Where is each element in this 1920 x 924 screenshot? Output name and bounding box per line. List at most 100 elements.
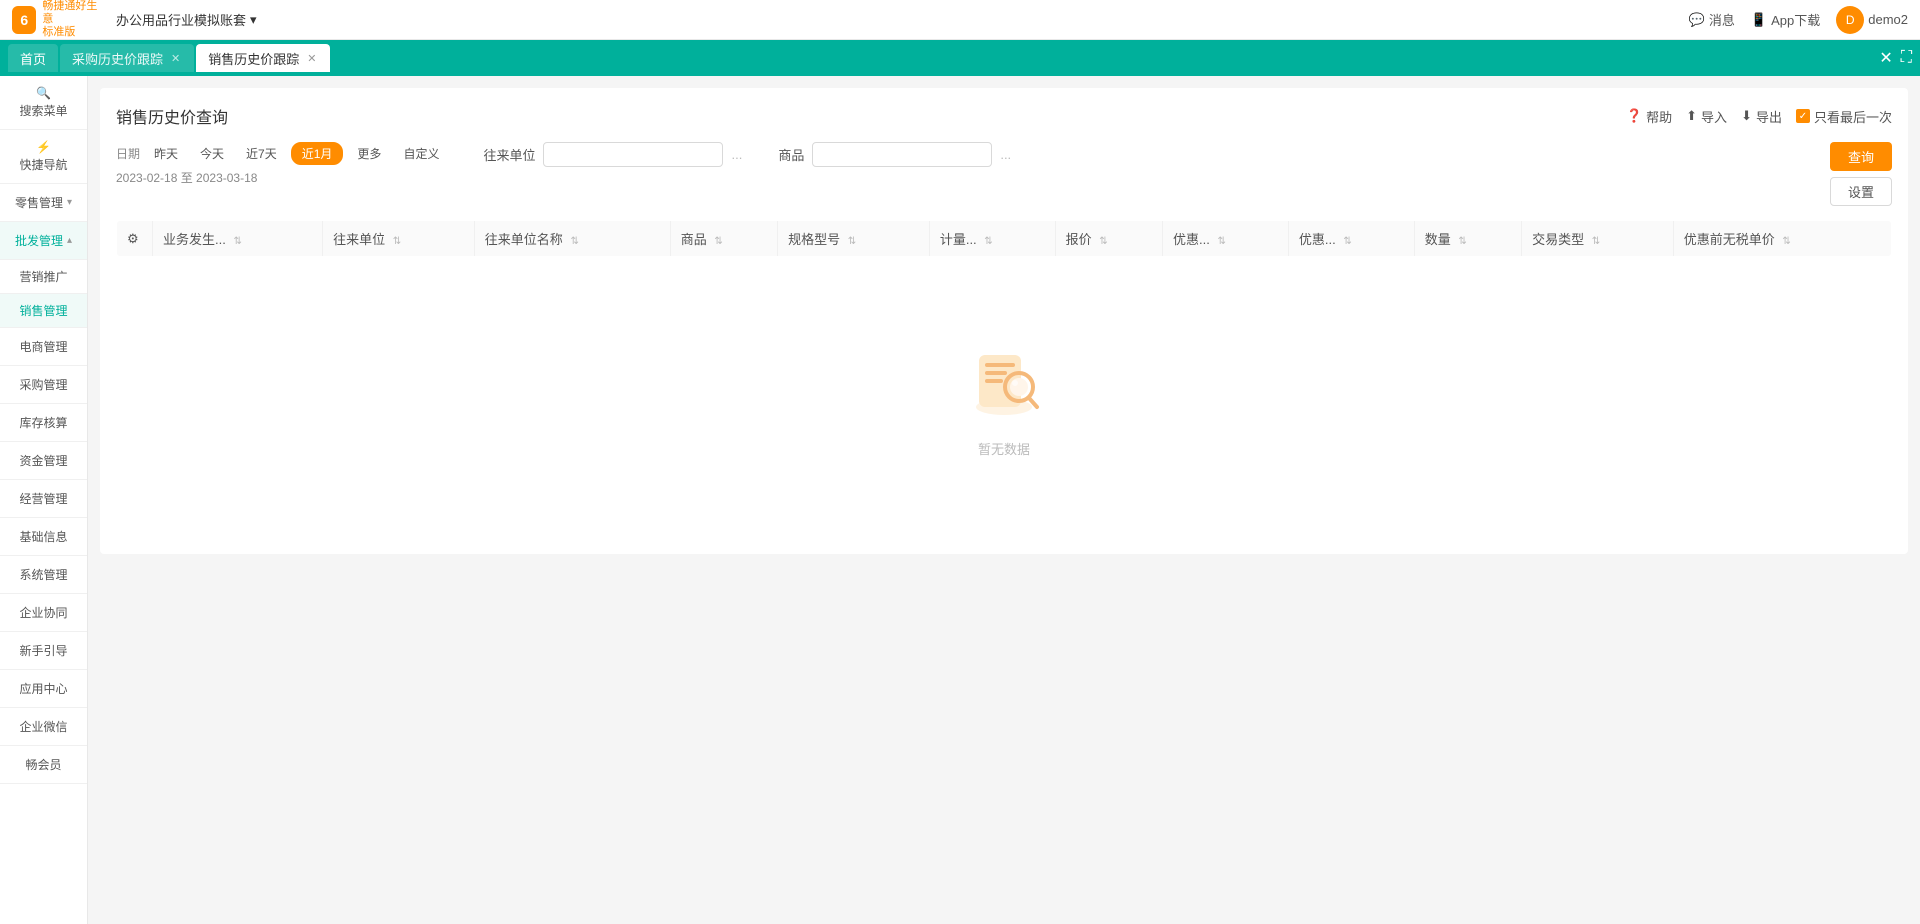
content-area: 销售历史价查询 ❓ 帮助 ⬆ 导入 ⬇ 导出 ✓ bbox=[88, 76, 1920, 924]
partner-filter-input[interactable] bbox=[543, 142, 723, 167]
table-header-product[interactable]: 商品 ⇅ bbox=[670, 221, 777, 257]
sort-arrows-quantity: ⇅ bbox=[1458, 236, 1466, 247]
sidebar-item-inventory-check[interactable]: 库存核算 bbox=[0, 404, 87, 442]
filter-actions: 查询 设置 bbox=[1830, 142, 1892, 206]
export-button[interactable]: ⬇ 导出 bbox=[1741, 107, 1782, 126]
help-icon: ❓ bbox=[1626, 108, 1642, 124]
sidebar-item-wholesale-manage[interactable]: 批发管理 ▴ bbox=[0, 222, 87, 260]
table-header-row: ⚙ 业务发生... ⇅ 往来单位 ⇅ 往来单位名称 ⇅ bbox=[117, 221, 1892, 257]
maximize-icon[interactable]: ⛶ bbox=[1901, 49, 1912, 67]
tab-sales-history[interactable]: 销售历史价跟踪 ✕ bbox=[196, 44, 330, 72]
sidebar-item-purchase-manage[interactable]: 采购管理 bbox=[0, 366, 87, 404]
checkbox-checked-icon: ✓ bbox=[1796, 109, 1810, 123]
table-header-trade-type[interactable]: 交易类型 ⇅ bbox=[1522, 221, 1674, 257]
sidebar-item-operation-manage[interactable]: 经营管理 bbox=[0, 480, 87, 518]
tab-purchase-history-close-icon[interactable]: ✕ bbox=[169, 50, 182, 67]
sidebar-item-member[interactable]: 畅会员 bbox=[0, 746, 87, 784]
product-filter-dots[interactable]: ... bbox=[1000, 147, 1011, 162]
sort-arrows-product: ⇅ bbox=[714, 236, 722, 247]
message-icon: 💬 bbox=[1689, 12, 1705, 28]
sort-arrows-trade-type: ⇅ bbox=[1592, 236, 1600, 247]
product-filter-input[interactable] bbox=[812, 142, 992, 167]
import-icon: ⬆ bbox=[1686, 108, 1697, 124]
import-button[interactable]: ⬆ 导入 bbox=[1686, 107, 1727, 126]
page-title: 销售历史价查询 bbox=[116, 104, 228, 128]
sort-arrows-biz-date: ⇅ bbox=[233, 236, 241, 247]
page-actions: ❓ 帮助 ⬆ 导入 ⬇ 导出 ✓ 只看最后一次 bbox=[1626, 107, 1892, 126]
sidebar-item-retail-manage[interactable]: 零售管理 ▾ bbox=[0, 184, 87, 222]
partner-filter-label: 往来单位 bbox=[483, 145, 535, 164]
table-header-unit[interactable]: 计量... ⇅ bbox=[929, 221, 1055, 257]
table-header-partner-code[interactable]: 往来单位 ⇅ bbox=[323, 221, 475, 257]
date-btn-custom[interactable]: 自定义 bbox=[395, 142, 447, 165]
page-content: 销售历史价查询 ❓ 帮助 ⬆ 导入 ⬇ 导出 ✓ bbox=[100, 88, 1908, 554]
sidebar-item-basic-info[interactable]: 基础信息 bbox=[0, 518, 87, 556]
tab-sales-history-close-icon[interactable]: ✕ bbox=[305, 50, 318, 67]
settings-button[interactable]: 设置 bbox=[1830, 177, 1892, 206]
quick-nav-icon: ⚡ bbox=[36, 140, 51, 154]
sidebar-item-search-menu[interactable]: 🔍 搜索菜单 bbox=[0, 76, 87, 130]
date-btn-today[interactable]: 今天 bbox=[192, 142, 232, 165]
tab-purchase-history-label: 采购历史价跟踪 bbox=[72, 49, 163, 68]
sidebar-item-enterprise-wechat[interactable]: 企业微信 bbox=[0, 708, 87, 746]
product-filter-group: 商品 ... bbox=[778, 142, 1011, 167]
table-header-partner-name[interactable]: 往来单位名称 ⇅ bbox=[474, 221, 670, 257]
table-header-settings[interactable]: ⚙ bbox=[117, 221, 153, 257]
date-range-display: 2023-02-18 至 2023-03-18 bbox=[116, 169, 447, 186]
table-header-quoted-price[interactable]: 报价 ⇅ bbox=[1055, 221, 1162, 257]
help-button[interactable]: ❓ 帮助 bbox=[1626, 107, 1672, 126]
date-btn-more[interactable]: 更多 bbox=[349, 142, 389, 165]
tab-bar-actions: ✕ ⛶ bbox=[1879, 48, 1912, 68]
sidebar-item-marketing-promo[interactable]: 营销推广 bbox=[0, 260, 87, 294]
empty-text: 暂无数据 bbox=[978, 439, 1030, 458]
logo-icon: 6 bbox=[12, 6, 36, 34]
main-container: 🔍 搜索菜单 ⚡ 快捷导航 零售管理 ▾ 批发管理 ▴ 营销推广 销售管理 电商… bbox=[0, 76, 1920, 924]
date-btn-1month[interactable]: 近1月 bbox=[291, 142, 344, 165]
date-filter-row: 日期 昨天 今天 近7天 近1月 更多 自定义 bbox=[116, 142, 447, 165]
top-bar-left: 6 畅捷通好生意 标准版 办公用品行业模拟账套 ▾ bbox=[12, 0, 265, 39]
table-header-discount1[interactable]: 优惠... ⇅ bbox=[1163, 221, 1289, 257]
tab-purchase-history[interactable]: 采购历史价跟踪 ✕ bbox=[60, 44, 194, 72]
only-last-checkbox-label[interactable]: ✓ 只看最后一次 bbox=[1796, 107, 1892, 126]
table-header-discount2[interactable]: 优惠... ⇅ bbox=[1288, 221, 1414, 257]
table-header-biz-date[interactable]: 业务发生... ⇅ bbox=[153, 221, 323, 257]
sidebar-item-quick-nav[interactable]: ⚡ 快捷导航 bbox=[0, 130, 87, 184]
data-table: ⚙ 业务发生... ⇅ 往来单位 ⇅ 往来单位名称 ⇅ bbox=[116, 220, 1892, 257]
partner-filter-dots[interactable]: ... bbox=[731, 147, 742, 162]
sort-arrows-spec: ⇅ bbox=[848, 236, 856, 247]
top-bar: 6 畅捷通好生意 标准版 办公用品行业模拟账套 ▾ 💬 消息 📱 App下载 D… bbox=[0, 0, 1920, 40]
logo-area: 6 畅捷通好生意 标准版 bbox=[12, 0, 100, 39]
chevron-down-icon: ▾ bbox=[250, 12, 257, 28]
table-header-quantity[interactable]: 数量 ⇅ bbox=[1414, 221, 1521, 257]
filter-bar: 日期 昨天 今天 近7天 近1月 更多 自定义 2023-02-18 至 202… bbox=[116, 142, 1892, 206]
phone-icon: 📱 bbox=[1751, 12, 1767, 28]
date-filter-label: 日期 bbox=[116, 145, 140, 162]
page-header: 销售历史价查询 ❓ 帮助 ⬆ 导入 ⬇ 导出 ✓ bbox=[116, 104, 1892, 128]
sort-arrows-quoted-price: ⇅ bbox=[1099, 236, 1107, 247]
date-btn-7days[interactable]: 近7天 bbox=[238, 142, 285, 165]
sidebar-item-ecommerce-manage[interactable]: 电商管理 bbox=[0, 328, 87, 366]
sort-arrows-discount2: ⇅ bbox=[1343, 236, 1351, 247]
sidebar-item-sales-manage[interactable]: 销售管理 bbox=[0, 294, 87, 328]
table-header-pretax-price[interactable]: 优惠前无税单价 ⇅ bbox=[1673, 221, 1891, 257]
date-btn-yesterday[interactable]: 昨天 bbox=[146, 142, 186, 165]
close-window-icon[interactable]: ✕ bbox=[1879, 48, 1892, 68]
sidebar-item-fund-manage[interactable]: 资金管理 bbox=[0, 442, 87, 480]
sidebar-item-system-manage[interactable]: 系统管理 bbox=[0, 556, 87, 594]
app-selector[interactable]: 办公用品行业模拟账套 ▾ bbox=[108, 6, 265, 33]
sort-arrows-partner-name: ⇅ bbox=[570, 236, 578, 247]
user-area[interactable]: D demo2 bbox=[1836, 6, 1908, 34]
chevron-up-icon: ▴ bbox=[67, 235, 72, 246]
message-button[interactable]: 💬 消息 bbox=[1689, 10, 1735, 29]
sidebar-item-new-guide[interactable]: 新手引导 bbox=[0, 632, 87, 670]
export-icon: ⬇ bbox=[1741, 108, 1752, 124]
sidebar-item-enterprise-agreement[interactable]: 企业协同 bbox=[0, 594, 87, 632]
table-header-spec[interactable]: 规格型号 ⇅ bbox=[778, 221, 930, 257]
sidebar-item-app-center[interactable]: 应用中心 bbox=[0, 670, 87, 708]
tab-home[interactable]: 首页 bbox=[8, 44, 58, 72]
app-download-button[interactable]: 📱 App下载 bbox=[1751, 10, 1820, 29]
tab-home-label: 首页 bbox=[20, 49, 46, 68]
sort-arrows-discount1: ⇅ bbox=[1218, 236, 1226, 247]
query-button[interactable]: 查询 bbox=[1830, 142, 1892, 171]
sort-arrows-partner-code: ⇅ bbox=[393, 236, 401, 247]
